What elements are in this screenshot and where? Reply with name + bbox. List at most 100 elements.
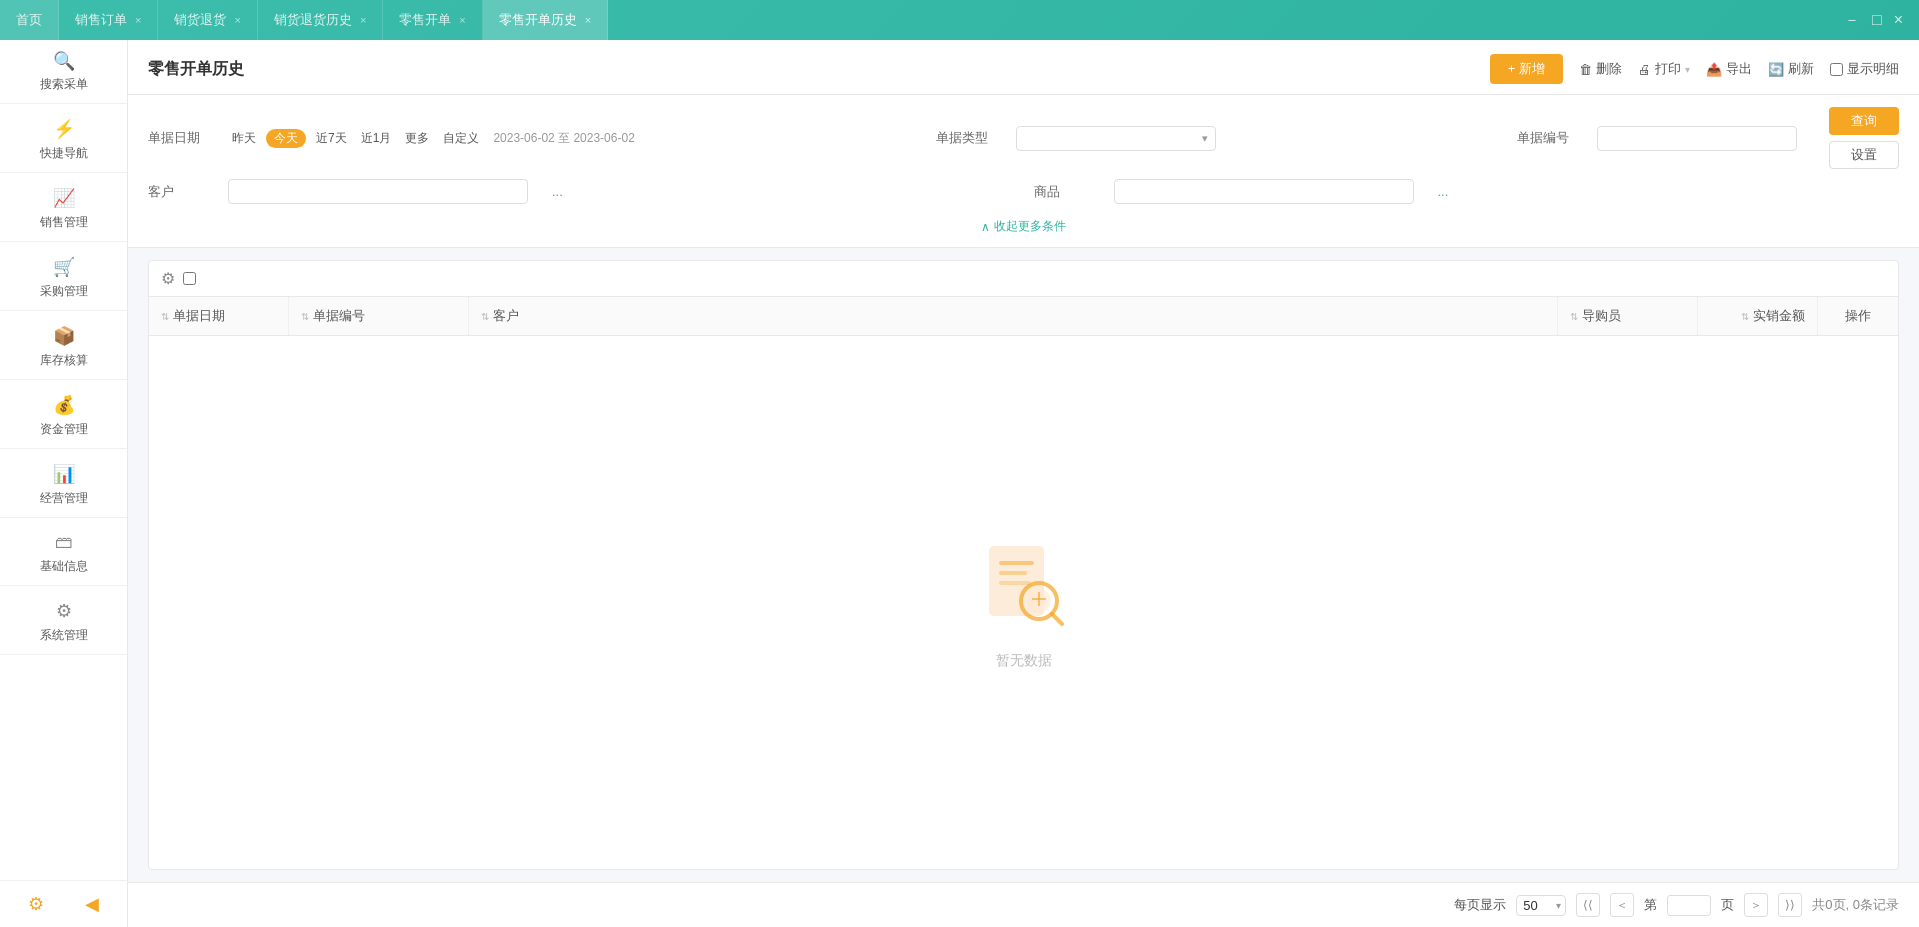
page-nav-prev[interactable]: ＜ (1610, 893, 1634, 917)
minimize-icon[interactable]: － (1844, 10, 1860, 31)
tab-retail-open-history[interactable]: 零售开单历史 × (483, 0, 608, 40)
svg-rect-2 (999, 571, 1027, 575)
customer-label: 客户 (148, 183, 208, 201)
tab-retail-open-history-close[interactable]: × (585, 14, 591, 26)
sidebar-item-system[interactable]: ⚙ 系统管理 (0, 586, 127, 655)
system-icon: ⚙ (56, 600, 72, 622)
th-sort-amount-icon[interactable]: ⇅ (1741, 311, 1749, 322)
settings-button[interactable]: 设置 (1829, 141, 1899, 169)
page-number-input[interactable]: 1 (1667, 895, 1711, 916)
sidebar-item-finance[interactable]: 💰 资金管理 (0, 380, 127, 449)
export-button[interactable]: 📤 导出 (1706, 60, 1752, 78)
refresh-button[interactable]: 🔄 刷新 (1768, 60, 1814, 78)
sidebar-item-inventory[interactable]: 📦 库存核算 (0, 311, 127, 380)
delete-icon: 🗑 (1579, 62, 1592, 77)
docno-input[interactable] (1597, 126, 1797, 151)
th-sort-docno-icon[interactable]: ⇅ (301, 311, 309, 322)
sidebar-item-operations[interactable]: 📊 经营管理 (0, 449, 127, 518)
display-detail-checkbox[interactable] (1830, 63, 1843, 76)
empty-text: 暂无数据 (996, 652, 1052, 670)
th-date: ⇅ 单据日期 (149, 297, 289, 335)
table-toolbar: ⚙ (149, 261, 1898, 297)
page-header: 零售开单历史 + 新增 🗑 删除 🖨 打印 ▾ 📤 导出 🔄 (128, 40, 1919, 95)
select-all-checkbox[interactable] (183, 272, 196, 285)
customer-ellipsis[interactable]: ... (552, 184, 563, 199)
sidebar: 🔍 搜索采单 ⚡ 快捷导航 📈 销售管理 🛒 采购管理 📦 库存核算 💰 资金管… (0, 40, 128, 927)
tab-sales-return[interactable]: 销货退货 × (158, 0, 257, 40)
svg-rect-3 (999, 581, 1031, 585)
sidebar-item-purchase[interactable]: 🛒 采购管理 (0, 242, 127, 311)
sidebar-inventory-label: 库存核算 (40, 352, 88, 369)
sidebar-purchase-label: 采购管理 (40, 283, 88, 300)
th-sort-customer-icon[interactable]: ⇅ (481, 311, 489, 322)
tab-sales-return-label: 销货退货 (174, 11, 226, 29)
purchase-icon: 🛒 (53, 256, 75, 278)
date-filter-label: 单据日期 (148, 129, 208, 147)
tab-sales-return-history[interactable]: 销货退货历史 × (258, 0, 383, 40)
tab-sales-order-close[interactable]: × (135, 14, 141, 26)
header-actions: + 新增 🗑 删除 🖨 打印 ▾ 📤 导出 🔄 刷新 (1490, 54, 1899, 84)
refresh-icon: 🔄 (1768, 62, 1784, 77)
tab-sales-return-close[interactable]: × (234, 14, 240, 26)
tab-home-label: 首页 (16, 11, 42, 29)
empty-state: 暂无数据 (149, 336, 1898, 869)
quicknav-icon: ⚡ (53, 118, 75, 140)
sidebar-item-quicknav[interactable]: ⚡ 快捷导航 (0, 104, 127, 173)
doctype-select[interactable] (1016, 126, 1216, 151)
delete-button[interactable]: 🗑 删除 (1579, 60, 1622, 78)
date-btn-last7[interactable]: 近7天 (312, 129, 351, 148)
table-header: ⇅ 单据日期 ⇅ 单据编号 ⇅ 客户 ⇅ 导购员 (149, 297, 1898, 336)
collapse-sidebar-icon[interactable]: ◀ (85, 893, 99, 915)
docno-label: 单据编号 (1517, 129, 1577, 147)
sidebar-item-base[interactable]: 🗃 基础信息 (0, 518, 127, 586)
page-nav-last[interactable]: ⟩⟩ (1778, 893, 1802, 917)
sidebar-item-sales[interactable]: 📈 销售管理 (0, 173, 127, 242)
query-button[interactable]: 查询 (1829, 107, 1899, 135)
page-title: 零售开单历史 (148, 59, 244, 80)
page-size-select[interactable]: 20 50 100 (1516, 895, 1566, 916)
tab-sales-return-history-close[interactable]: × (360, 14, 366, 26)
tab-sales-order[interactable]: 销售订单 × (59, 0, 158, 40)
customer-input[interactable] (228, 179, 528, 204)
tab-home[interactable]: 首页 (0, 0, 59, 40)
add-button[interactable]: + 新增 (1490, 54, 1563, 84)
window-controls: － □ × (1828, 10, 1919, 31)
table-settings-icon[interactable]: ⚙ (161, 269, 175, 288)
collapse-filters-button[interactable]: ∧ 收起更多条件 (148, 214, 1899, 235)
collapse-chevron-icon: ∧ (981, 220, 990, 234)
search-icon: 🔍 (53, 50, 75, 72)
tab-retail-open[interactable]: 零售开单 × (383, 0, 482, 40)
finance-icon: 💰 (53, 394, 75, 416)
display-detail-toggle[interactable]: 显示明细 (1830, 60, 1899, 78)
tab-sales-return-history-label: 销货退货历史 (274, 11, 352, 29)
page-nav-next[interactable]: ＞ (1744, 893, 1768, 917)
th-guide: ⇅ 导购员 (1558, 297, 1698, 335)
doctype-label: 单据类型 (936, 129, 996, 147)
doctype-select-wrap (1016, 126, 1216, 151)
sidebar-quicknav-label: 快捷导航 (40, 145, 88, 162)
window-close-icon[interactable]: × (1894, 11, 1903, 29)
date-btn-yesterday[interactable]: 昨天 (228, 129, 260, 148)
date-btn-custom[interactable]: 自定义 (439, 129, 483, 148)
total-info: 共0页, 0条记录 (1812, 896, 1899, 914)
th-sort-date-icon[interactable]: ⇅ (161, 311, 169, 322)
sidebar-item-search[interactable]: 🔍 搜索采单 (0, 40, 127, 104)
top-navigation: 首页 销售订单 × 销货退货 × 销货退货历史 × 零售开单 × 零售开单历史 … (0, 0, 1919, 40)
tab-retail-open-close[interactable]: × (459, 14, 465, 26)
date-btn-last1month[interactable]: 近1月 (357, 129, 396, 148)
maximize-icon[interactable]: □ (1872, 11, 1882, 29)
date-btn-more[interactable]: 更多 (401, 129, 433, 148)
product-input[interactable] (1114, 179, 1414, 204)
print-button[interactable]: 🖨 打印 ▾ (1638, 60, 1690, 78)
th-sort-guide-icon[interactable]: ⇅ (1570, 311, 1578, 322)
page-nav-first[interactable]: ⟨⟨ (1576, 893, 1600, 917)
table-area: ⚙ ⇅ 单据日期 ⇅ 单据编号 ⇅ 客户 (128, 248, 1919, 882)
th-docno: ⇅ 单据编号 (289, 297, 469, 335)
settings-bottom-icon[interactable]: ⚙ (28, 893, 44, 915)
date-btn-today[interactable]: 今天 (266, 129, 306, 148)
th-amount: ⇅ 实销金额 (1698, 297, 1818, 335)
tab-sales-order-label: 销售订单 (75, 11, 127, 29)
filter-row-date: 单据日期 昨天 今天 近7天 近1月 更多 自定义 2023-06-02 至 2… (148, 107, 1899, 169)
inventory-icon: 📦 (53, 325, 75, 347)
product-ellipsis[interactable]: ... (1438, 184, 1449, 199)
